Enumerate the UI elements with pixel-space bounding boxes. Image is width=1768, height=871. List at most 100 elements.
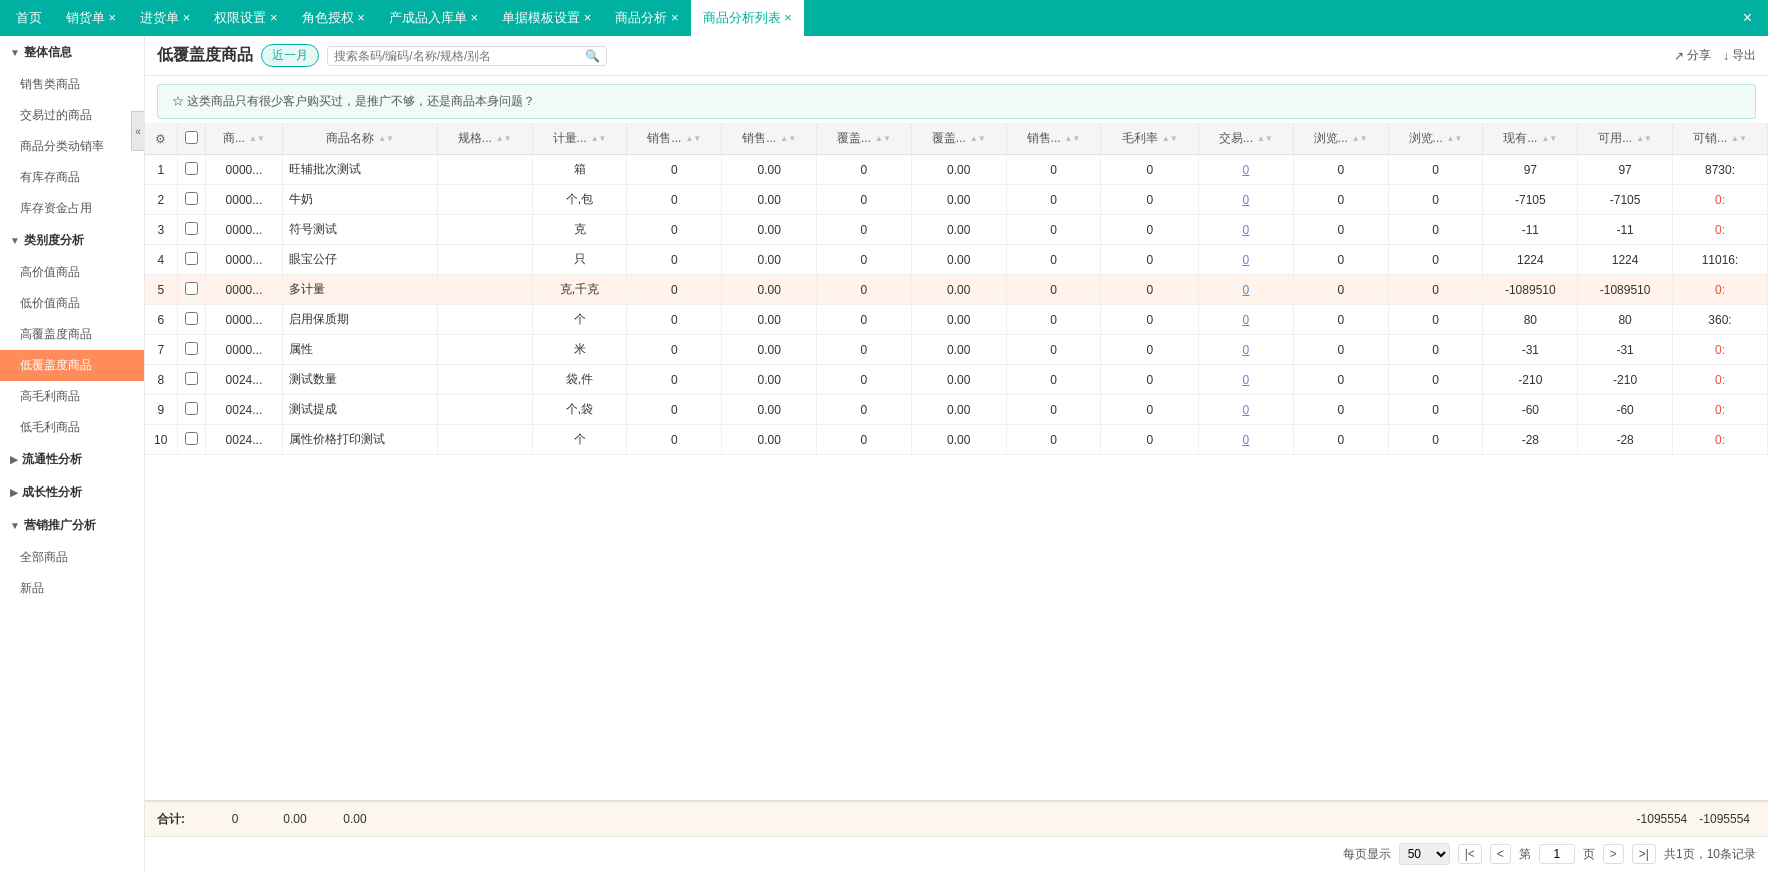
sort-arrows-gross-margin[interactable]: ▲▼ (1162, 135, 1178, 143)
sidebar-item-low-coverage[interactable]: 低覆盖度商品 (0, 350, 144, 381)
cell-sales-qty: 0 (627, 275, 722, 305)
sidebar-item-category-sales-rate[interactable]: 商品分类动销率 (0, 131, 144, 162)
page-size-select[interactable]: 50 100 200 (1399, 843, 1450, 865)
search-input[interactable] (334, 49, 585, 63)
settings-icon[interactable]: ⚙ (155, 132, 166, 146)
cell-browse2: 0 (1388, 365, 1483, 395)
nav-product-analysis-list[interactable]: 商品分析列表 × (691, 0, 804, 36)
sidebar-item-high-value[interactable]: 高价值商品 (0, 257, 144, 288)
cell-transaction[interactable]: 0 (1199, 275, 1294, 305)
nav-permissions[interactable]: 权限设置 × (202, 0, 289, 36)
close-all-tabs[interactable]: × (1731, 9, 1764, 27)
sidebar-section-marketing[interactable]: ▼ 营销推广分析 (0, 509, 144, 542)
sidebar-section-category[interactable]: ▼ 类别度分析 (0, 224, 144, 257)
export-button[interactable]: ↓ 导出 (1723, 47, 1756, 64)
sort-arrows-name[interactable]: ▲▼ (378, 135, 394, 143)
cell-browse1: 0 (1293, 275, 1388, 305)
cell-gross-margin: 0 (1101, 155, 1199, 185)
page-input[interactable] (1539, 844, 1575, 864)
cell-checkbox[interactable] (177, 365, 205, 395)
sort-arrows-sales-amount[interactable]: ▲▼ (780, 135, 796, 143)
cell-spec (437, 395, 532, 425)
sidebar-collapse-button[interactable]: « (131, 111, 145, 151)
prev-page-button[interactable]: < (1490, 844, 1511, 864)
cell-gross-margin: 0 (1101, 335, 1199, 365)
filter-period-button[interactable]: 近一月 (261, 44, 319, 67)
sidebar-item-stocked-goods[interactable]: 有库存商品 (0, 162, 144, 193)
sidebar-section-overview[interactable]: ▼ 整体信息 (0, 36, 144, 69)
nav-sales[interactable]: 销货单 × (54, 0, 128, 36)
sort-arrows-saleable[interactable]: ▲▼ (1731, 135, 1747, 143)
cell-checkbox[interactable] (177, 155, 205, 185)
col-settings[interactable]: ⚙ (145, 123, 177, 155)
sort-arrows-coverage1[interactable]: ▲▼ (875, 135, 891, 143)
nav-template-settings[interactable]: 单据模板设置 × (490, 0, 603, 36)
sidebar-section-growth[interactable]: ▶ 成长性分析 (0, 476, 144, 509)
table-row[interactable]: 4 0000... 眼宝公仔 只 0 0.00 0 0.00 0 0 0 0 0… (145, 245, 1768, 275)
nav-product-analysis[interactable]: 商品分析 × (603, 0, 690, 36)
table-row[interactable]: 8 0024... 测试数量 袋,件 0 0.00 0 0.00 0 0 0 0… (145, 365, 1768, 395)
table-row[interactable]: 6 0000... 启用保质期 个 0 0.00 0 0.00 0 0 0 0 … (145, 305, 1768, 335)
sidebar-item-traded-goods[interactable]: 交易过的商品 (0, 100, 144, 131)
first-page-button[interactable]: |< (1458, 844, 1482, 864)
sort-arrows-current-stock[interactable]: ▲▼ (1541, 135, 1557, 143)
cell-checkbox[interactable] (177, 335, 205, 365)
cell-transaction[interactable]: 0 (1199, 185, 1294, 215)
sort-arrows-browse2[interactable]: ▲▼ (1447, 135, 1463, 143)
nav-purchase[interactable]: 进货单 × (128, 0, 202, 36)
nav-product-entry[interactable]: 产成品入库单 × (377, 0, 490, 36)
sidebar-section-liquidity[interactable]: ▶ 流通性分析 (0, 443, 144, 476)
cell-transaction[interactable]: 0 (1199, 335, 1294, 365)
table-wrapper[interactable]: ⚙ 商...▲▼ 商品名称▲▼ 规格...▲▼ (145, 123, 1768, 800)
sort-arrows-spec[interactable]: ▲▼ (496, 135, 512, 143)
cell-transaction[interactable]: 0 (1199, 395, 1294, 425)
cell-transaction[interactable]: 0 (1199, 155, 1294, 185)
cell-checkbox[interactable] (177, 305, 205, 335)
sort-arrows-available-stock[interactable]: ▲▼ (1636, 135, 1652, 143)
table-row[interactable]: 2 0000... 牛奶 个,包 0 0.00 0 0.00 0 0 0 0 0… (145, 185, 1768, 215)
table-row[interactable]: 9 0024... 测试提成 个,袋 0 0.00 0 0.00 0 0 0 0… (145, 395, 1768, 425)
next-page-button[interactable]: > (1603, 844, 1624, 864)
nav-home[interactable]: 首页 (4, 0, 54, 36)
main-layout: « ▼ 整体信息 销售类商品 交易过的商品 商品分类动销率 有库存商品 库存资金… (0, 36, 1768, 871)
sort-arrows-code[interactable]: ▲▼ (249, 135, 265, 143)
cell-transaction[interactable]: 0 (1199, 215, 1294, 245)
cell-index: 4 (145, 245, 177, 275)
sidebar-item-new-goods[interactable]: 新品 (0, 573, 144, 604)
cell-current-stock: -28 (1483, 425, 1578, 455)
table-row[interactable]: 3 0000... 符号测试 克 0 0.00 0 0.00 0 0 0 0 0… (145, 215, 1768, 245)
sidebar-item-all-goods[interactable]: 全部商品 (0, 542, 144, 573)
nav-roles[interactable]: 角色授权 × (290, 0, 377, 36)
cell-checkbox[interactable] (177, 275, 205, 305)
cell-checkbox[interactable] (177, 215, 205, 245)
sidebar-item-high-coverage[interactable]: 高覆盖度商品 (0, 319, 144, 350)
sidebar-item-low-value[interactable]: 低价值商品 (0, 288, 144, 319)
cell-transaction[interactable]: 0 (1199, 305, 1294, 335)
last-page-button[interactable]: >| (1632, 844, 1656, 864)
select-all-checkbox[interactable] (185, 131, 198, 144)
cell-checkbox[interactable] (177, 245, 205, 275)
cell-transaction[interactable]: 0 (1199, 365, 1294, 395)
cell-transaction[interactable]: 0 (1199, 425, 1294, 455)
sort-arrows-sales-qty[interactable]: ▲▼ (685, 135, 701, 143)
table-row[interactable]: 7 0000... 属性 米 0 0.00 0 0.00 0 0 0 0 0 -… (145, 335, 1768, 365)
sidebar-item-stock-capital[interactable]: 库存资金占用 (0, 193, 144, 224)
table-row[interactable]: 10 0024... 属性价格打印测试 个 0 0.00 0 0.00 0 0 … (145, 425, 1768, 455)
cell-checkbox[interactable] (177, 395, 205, 425)
table-row[interactable]: 1 0000... 旺辅批次测试 箱 0 0.00 0 0.00 0 0 0 0… (145, 155, 1768, 185)
cell-checkbox[interactable] (177, 185, 205, 215)
sidebar-item-low-gross[interactable]: 低毛利商品 (0, 412, 144, 443)
cell-transaction[interactable]: 0 (1199, 245, 1294, 275)
sidebar-item-sales-goods[interactable]: 销售类商品 (0, 69, 144, 100)
sidebar-item-high-gross[interactable]: 高毛利商品 (0, 381, 144, 412)
sort-arrows-browse1[interactable]: ▲▼ (1352, 135, 1368, 143)
pagination-bar: 每页显示 50 100 200 |< < 第 页 > >| 共1页，10条记录 (145, 836, 1768, 871)
col-sales-rate: 销售...▲▼ (1006, 123, 1101, 155)
sort-arrows-coverage2[interactable]: ▲▼ (970, 135, 986, 143)
share-button[interactable]: ↗ 分享 (1674, 47, 1711, 64)
cell-checkbox[interactable] (177, 425, 205, 455)
sort-arrows-sales-rate[interactable]: ▲▼ (1065, 135, 1081, 143)
sort-arrows-unit[interactable]: ▲▼ (591, 135, 607, 143)
sort-arrows-transaction[interactable]: ▲▼ (1257, 135, 1273, 143)
table-row[interactable]: 5 0000... 多计量 克,千克 0 0.00 0 0.00 0 0 0 0… (145, 275, 1768, 305)
